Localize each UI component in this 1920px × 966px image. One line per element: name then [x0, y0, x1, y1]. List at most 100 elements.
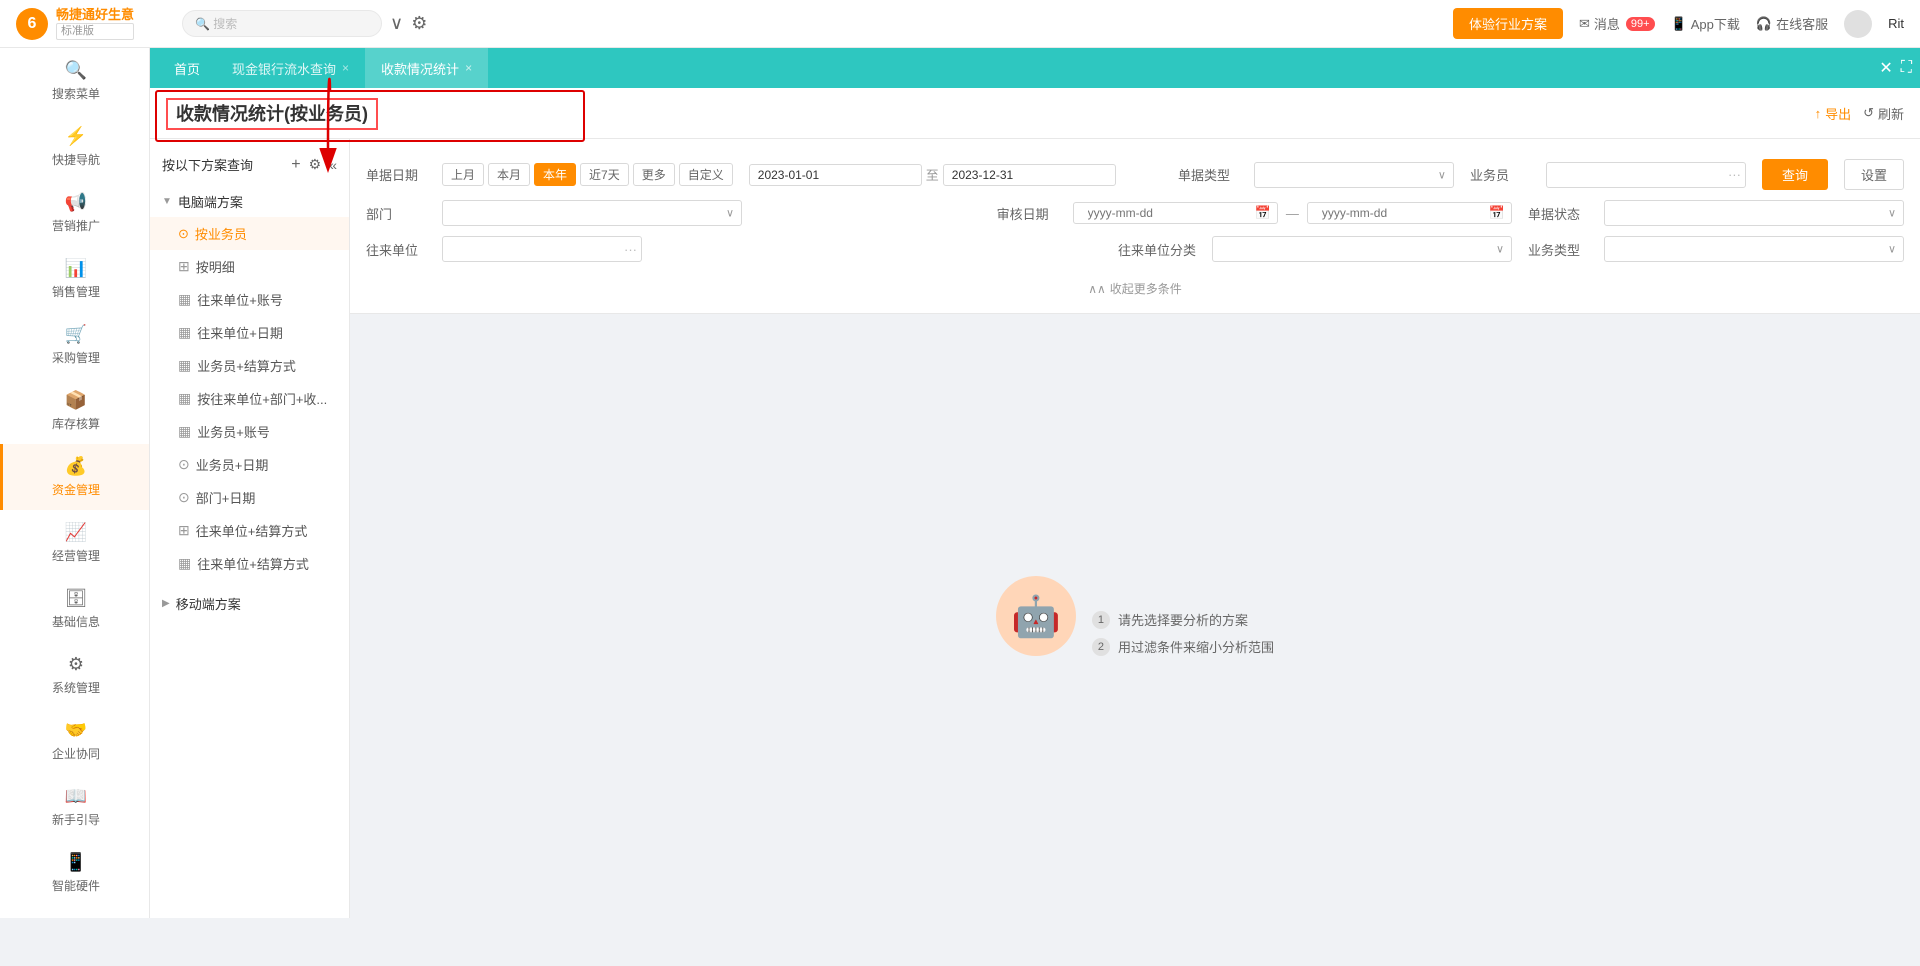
partner-more-icon[interactable]: ···	[624, 242, 637, 257]
lightning-icon: ⚡	[65, 126, 87, 147]
scheme-item-partner-settlement1[interactable]: ⊞ 往来单位+结算方式	[150, 514, 349, 547]
scheme-item-partner-account[interactable]: ▦ 往来单位+账号	[150, 283, 349, 316]
headset-icon: 🎧	[1756, 16, 1772, 32]
scheme-item-partner-settlement2[interactable]: ▦ 往来单位+结算方式	[150, 547, 349, 580]
layout: 🔍 搜索菜单 ⚡ 快捷导航 📢 营销推广 📊 销售管理 🛒 采购管理 📦 库存核…	[0, 48, 1920, 918]
settings-icon[interactable]: ⚙	[411, 13, 427, 34]
sidebar-item-purchase[interactable]: 🛒 采购管理	[0, 312, 149, 378]
sidebar-item-label: 资金管理	[52, 481, 100, 498]
nav-dropdown-btn[interactable]: ∨	[390, 13, 403, 34]
calendar-icon-1[interactable]: 📅	[1255, 205, 1271, 221]
date-label: 单据日期	[366, 165, 426, 184]
chevron-right-icon: ▶	[162, 598, 170, 609]
scheme-item-partner-dept[interactable]: ▦ 按往来单位+部门+收...	[150, 382, 349, 415]
date-tab-7days[interactable]: 近7天	[580, 163, 629, 186]
scheme-add-btn[interactable]: +	[291, 156, 300, 174]
avatar[interactable]	[1844, 10, 1872, 38]
date-tab-custom[interactable]: 自定义	[679, 163, 733, 186]
sidebar-item-label: 经营管理	[52, 547, 100, 564]
sidebar-item-guide[interactable]: 📖 新手引导	[0, 774, 149, 840]
tab-bank-flow[interactable]: 现金银行流水查询 ×	[216, 48, 365, 88]
scheme-item-salesperson-account[interactable]: ▦ 业务员+账号	[150, 415, 349, 448]
scheme-item-salesperson-settlement[interactable]: ▦ 业务员+结算方式	[150, 349, 349, 382]
sidebar-item-label: 系统管理	[52, 679, 100, 696]
sidebar-item-label: 智能硬件	[52, 877, 100, 894]
scheme-item-label: 按往来单位+部门+收...	[197, 389, 327, 408]
sidebar-item-inventory[interactable]: 📦 库存核算	[0, 378, 149, 444]
scheme-item-dept-date[interactable]: ⊙ 部门+日期	[150, 481, 349, 514]
partner-label: 往来单位	[366, 240, 426, 259]
query-btn[interactable]: 查询	[1762, 159, 1828, 190]
date-range-input: 至	[749, 164, 1116, 186]
sidebar-item-operations[interactable]: 📈 经营管理	[0, 510, 149, 576]
logo: 6 畅捷通好生意 标准版	[16, 7, 166, 40]
date-from-input[interactable]	[749, 164, 922, 186]
salesperson-more-icon[interactable]: ···	[1728, 167, 1741, 182]
scheme-collapse-btn[interactable]: «	[329, 157, 337, 173]
type-select[interactable]	[1254, 162, 1454, 188]
sidebar-item-marketing[interactable]: 📢 营销推广	[0, 180, 149, 246]
sidebar-item-finance[interactable]: 💰 资金管理	[0, 444, 149, 510]
tip-num-2: 2	[1092, 638, 1110, 656]
app-download-btn[interactable]: 📱 App下载	[1671, 14, 1740, 33]
scheme-settings-btn[interactable]: ⚙	[309, 156, 322, 173]
table4-icon: ▦	[178, 423, 191, 440]
date-tab-prev-month[interactable]: 上月	[442, 163, 484, 186]
tab-collection-stats[interactable]: 收款情况统计 ×	[365, 48, 488, 88]
date-tab-more[interactable]: 更多	[633, 163, 675, 186]
export-btn[interactable]: ↑ 导出	[1815, 104, 1852, 123]
refresh-btn[interactable]: ↺ 刷新	[1863, 104, 1904, 123]
tab-home[interactable]: 首页	[158, 48, 216, 88]
trial-btn[interactable]: 体验行业方案	[1453, 8, 1563, 39]
sidebar-item-wechat[interactable]: 💬 企业微信	[0, 906, 149, 918]
sidebar-item-system[interactable]: ⚙ 系统管理	[0, 642, 149, 708]
tab-bank-flow-close[interactable]: ×	[342, 61, 349, 75]
partner-input[interactable]	[447, 237, 624, 261]
page-header: 收款情况统计(按业务员) ↑ 导出 ↺ 刷新	[150, 88, 1920, 139]
audit-date-label: 审核日期	[997, 204, 1057, 223]
date-tab-this-year[interactable]: 本年	[534, 163, 576, 186]
scheme-item-detail[interactable]: ⊞ 按明细	[150, 250, 349, 283]
tab-collection-label: 收款情况统计	[381, 59, 459, 78]
audit-to-input[interactable]	[1314, 203, 1485, 223]
messages-btn[interactable]: ✉ 消息 99+	[1579, 14, 1655, 33]
partner-category-label: 往来单位分类	[1118, 240, 1196, 259]
scheme-group-header-mobile[interactable]: ▶ 移动端方案	[150, 588, 349, 619]
export-icon: ↑	[1815, 106, 1822, 121]
sidebar-item-label: 搜索菜单	[52, 85, 100, 102]
scheme-item-partner-date[interactable]: ▦ 往来单位+日期	[150, 316, 349, 349]
scheme-item-salesperson-date[interactable]: ⊙ 业务员+日期	[150, 448, 349, 481]
sidebar-item-sales[interactable]: 📊 销售管理	[0, 246, 149, 312]
tip-1: 1 请先选择要分析的方案	[1092, 610, 1274, 629]
tab-collection-close[interactable]: ×	[465, 61, 472, 75]
grid-icon: ⊞	[178, 258, 190, 275]
audit-from-input[interactable]	[1080, 203, 1251, 223]
table-icon: ▦	[178, 291, 191, 308]
calendar-icon-2[interactable]: 📅	[1489, 205, 1505, 221]
search-input[interactable]: 🔍 搜索	[182, 10, 382, 37]
chart-bar-icon: 📊	[65, 258, 87, 279]
sidebar-item-smart-hw[interactable]: 📱 智能硬件	[0, 840, 149, 906]
biz-type-select[interactable]	[1604, 236, 1904, 262]
scheme-group-header-desktop[interactable]: ▼ 电脑端方案	[150, 186, 349, 217]
scheme-item-label: 往来单位+结算方式	[196, 521, 308, 540]
filter-section: 单据日期 上月 本月 本年 近7天 更多 自定义 至	[350, 139, 1920, 314]
sidebar-item-basic-info[interactable]: 🗄 基础信息	[0, 576, 149, 642]
online-service-btn[interactable]: 🎧 在线客服	[1756, 14, 1828, 33]
sidebar-item-quick-nav[interactable]: ⚡ 快捷导航	[0, 114, 149, 180]
collapse-more-row[interactable]: ∧∧ 收起更多条件	[366, 272, 1904, 301]
doc-status-select[interactable]	[1604, 200, 1904, 226]
close-window-btn[interactable]: ✕	[1879, 58, 1892, 78]
filter-settings-btn[interactable]: 设置	[1844, 159, 1904, 190]
scheme-item-salesperson[interactable]: ⊙ 按业务员	[150, 217, 349, 250]
date-to-input[interactable]	[943, 164, 1116, 186]
partner-category-select[interactable]	[1212, 236, 1512, 262]
sidebar-item-search[interactable]: 🔍 搜索菜单	[0, 48, 149, 114]
dept-select[interactable]	[442, 200, 742, 226]
maximize-window-btn[interactable]: ⛶	[1901, 59, 1912, 77]
date-tab-this-month[interactable]: 本月	[488, 163, 530, 186]
table2-icon: ▦	[178, 324, 191, 341]
salesperson-input[interactable]	[1551, 163, 1728, 187]
sidebar-item-enterprise[interactable]: 🤝 企业协同	[0, 708, 149, 774]
sidebar-item-label: 企业协同	[52, 745, 100, 762]
